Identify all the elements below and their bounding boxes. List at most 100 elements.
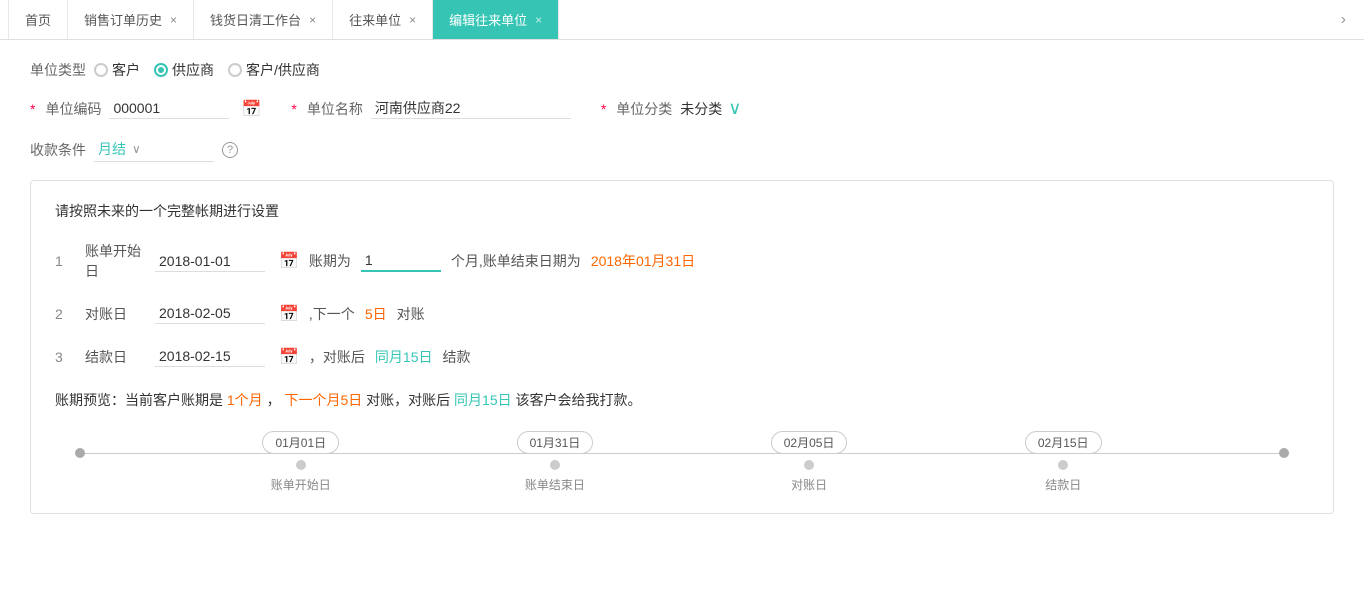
tab-sales-history[interactable]: 销售订单历史 × (68, 0, 194, 39)
period-row-3: 3 结款日 📅 ，对账后 同月15日 结款 (55, 346, 1309, 367)
period-end-date: 2018年01月31日 (591, 251, 695, 271)
payment-suffix: ，对账后 (309, 347, 365, 367)
timeline-dot-2 (550, 460, 560, 470)
radio-label-both: 客户/供应商 (246, 60, 320, 80)
name-group: * 单位名称 (291, 98, 570, 119)
timeline-bubble-1: 01月01日 (262, 431, 339, 454)
timeline-label-3: 对账日 (791, 476, 827, 493)
timeline-point-1: 01月01日 账单开始日 (262, 431, 339, 493)
reconcile-suffix: ,下一个 (309, 304, 355, 324)
payment-label: 收款条件 (30, 140, 86, 160)
timeline-start-dot (75, 448, 85, 458)
period-row-2: 2 对账日 📅 ,下一个 5日 对账 (55, 303, 1309, 324)
start-date-calendar-icon[interactable]: 📅 (279, 251, 299, 271)
timeline-dot-4 (1058, 460, 1068, 470)
payment-suffix2: 结款 (443, 347, 471, 367)
code-label: 单位编码 (45, 99, 101, 119)
tab-edit-partner[interactable]: 编辑往来单位 × (433, 0, 559, 39)
tab-bar: 首页 销售订单历史 × 钱货日清工作台 × 往来单位 × 编辑往来单位 × › (0, 0, 1364, 40)
preview-3: 同月15日 (454, 392, 512, 408)
period-num-3: 3 (55, 349, 75, 365)
period-label-2: 对账日 (85, 304, 145, 324)
timeline-label-4: 结款日 (1045, 476, 1081, 493)
period-num-1: 1 (55, 253, 75, 269)
code-name-classify-row: * 单位编码 📅 * 单位名称 * 单位分类 未分类 ∨ (30, 98, 1334, 119)
payment-help-icon[interactable]: ? (222, 142, 238, 158)
payment-row: 收款条件 月结 ∨ ? (30, 137, 1334, 162)
unit-type-group: 单位类型 客户 供应商 客户/供应商 (30, 60, 320, 80)
preview-text: 账期预览：当前客户账期是 1个月 ， 下一个月5日 对账，对账后 同月15日 该… (55, 389, 1309, 411)
classify-value: 未分类 (680, 99, 722, 119)
preview-sep2: 对账，对账后 (366, 392, 450, 408)
name-label: 单位名称 (307, 99, 363, 119)
period-num-2: 2 (55, 306, 75, 322)
name-input[interactable] (371, 98, 571, 119)
radio-label-supplier: 供应商 (172, 60, 214, 80)
months-input[interactable] (361, 250, 441, 272)
period-suffix-months: 个月,账单结束日期为 (451, 251, 581, 271)
payment-select[interactable]: 月结 ∨ (94, 137, 214, 162)
classify-label: 单位分类 (616, 99, 672, 119)
payment-date-calendar-icon[interactable]: 📅 (279, 347, 299, 367)
tab-chevron-right[interactable]: › (1331, 11, 1356, 29)
radio-circle-customer (94, 63, 108, 77)
radio-circle-supplier (154, 63, 168, 77)
payment-date-input[interactable] (155, 346, 265, 367)
timeline-bubble-4: 02月15日 (1025, 431, 1102, 454)
timeline-point-2: 01月31日 账单结束日 (517, 431, 594, 493)
timeline-label-2: 账单结束日 (525, 476, 585, 493)
timeline-end-cap (1279, 448, 1289, 458)
reconcile-date-input[interactable] (155, 303, 265, 324)
payment-group: 收款条件 月结 ∨ ? (30, 137, 238, 162)
code-calendar-icon[interactable]: 📅 (241, 99, 261, 119)
payment-value: 月结 (98, 139, 126, 159)
main-content: 单位类型 客户 供应商 客户/供应商 * 单位编码 (0, 40, 1364, 608)
timeline-dot-3 (804, 460, 814, 470)
unit-type-row: 单位类型 客户 供应商 客户/供应商 (30, 60, 1334, 80)
reconcile-date-calendar-icon[interactable]: 📅 (279, 304, 299, 324)
timeline-points: 01月01日 账单开始日 01月31日 账单结束日 02月05日 对账日 (75, 431, 1289, 493)
period-title: 请按照未来的一个完整帐期进行设置 (55, 201, 1309, 221)
timeline-start-cap (75, 448, 85, 458)
name-required: * (291, 101, 296, 117)
code-required: * (30, 101, 35, 117)
classify-chevron-icon: ∨ (728, 98, 741, 119)
tab-close-partner[interactable]: × (409, 13, 416, 27)
tab-close-cash-work[interactable]: × (309, 13, 316, 27)
timeline: 01月01日 账单开始日 01月31日 账单结束日 02月05日 对账日 (55, 431, 1309, 493)
reconcile-suffix2: 对账 (397, 304, 425, 324)
timeline-dot-1 (296, 460, 306, 470)
tab-close-sales-history[interactable]: × (170, 13, 177, 27)
timeline-bubble-3: 02月05日 (771, 431, 848, 454)
classify-required: * (601, 101, 606, 117)
radio-customer[interactable]: 客户 (94, 60, 140, 80)
preview-2: 下一个月5日 (284, 392, 362, 408)
timeline-point-3: 02月05日 对账日 (771, 431, 848, 493)
timeline-bubble-2: 01月31日 (517, 431, 594, 454)
radio-label-customer: 客户 (112, 60, 140, 80)
tab-home[interactable]: 首页 (8, 0, 68, 39)
unit-type-label: 单位类型 (30, 60, 86, 80)
radio-supplier[interactable]: 供应商 (154, 60, 214, 80)
preview-sep1: ， (267, 392, 281, 408)
period-label-1: 账单开始日 (85, 241, 145, 281)
payment-highlight: 同月15日 (375, 347, 433, 367)
tab-cash-work[interactable]: 钱货日清工作台 × (194, 0, 333, 39)
code-input[interactable] (109, 98, 229, 119)
tab-partner[interactable]: 往来单位 × (333, 0, 433, 39)
preview-end: 该客户会给我打款。 (516, 392, 642, 408)
timeline-label-1: 账单开始日 (271, 476, 331, 493)
timeline-end-dot (1279, 448, 1289, 458)
payment-chevron-icon: ∨ (132, 142, 141, 156)
start-date-input[interactable] (155, 251, 265, 272)
code-group: * 单位编码 📅 (30, 98, 261, 119)
radio-group: 客户 供应商 客户/供应商 (94, 60, 320, 80)
classify-select[interactable]: 未分类 ∨ (680, 98, 780, 119)
period-row-1: 1 账单开始日 📅 账期为 个月,账单结束日期为 2018年01月31日 (55, 241, 1309, 281)
radio-both[interactable]: 客户/供应商 (228, 60, 320, 80)
classify-group: * 单位分类 未分类 ∨ (601, 98, 780, 119)
period-label-3: 结款日 (85, 347, 145, 367)
period-suffix-before: 账期为 (309, 251, 351, 271)
tab-close-edit-partner[interactable]: × (535, 13, 542, 27)
reconcile-highlight: 5日 (365, 304, 387, 324)
